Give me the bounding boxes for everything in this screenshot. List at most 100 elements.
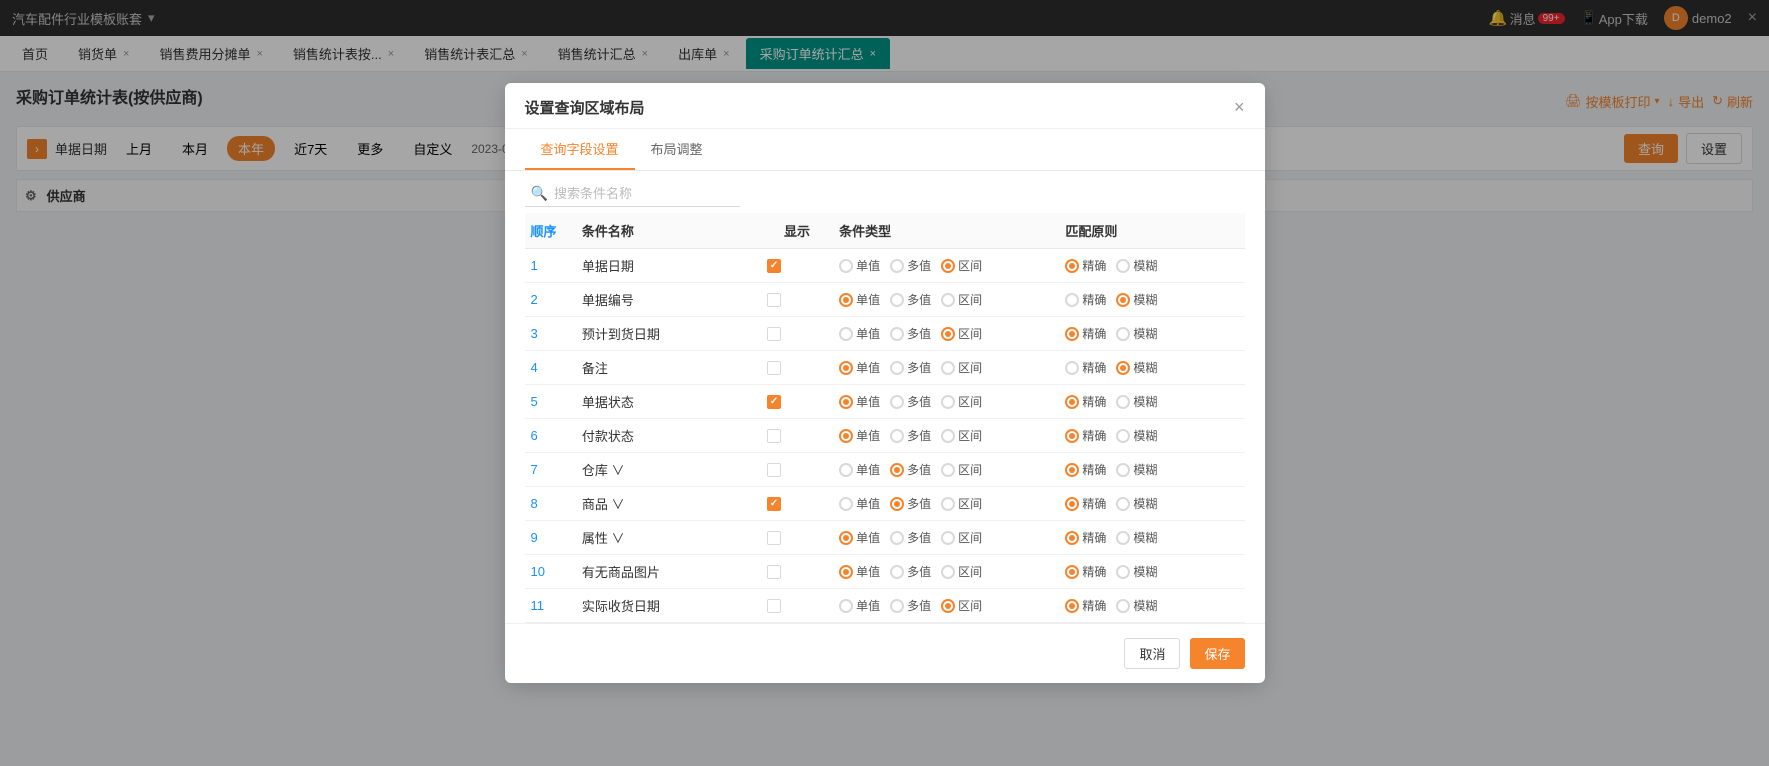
cell-match: 精确 模糊 [1059, 283, 1244, 317]
cell-display[interactable] [761, 521, 833, 555]
radio-type-multi[interactable]: 多值 [890, 461, 931, 478]
radio-match-exact[interactable]: 精确 [1065, 495, 1106, 512]
display-checkbox[interactable] [767, 599, 781, 613]
radio-label-type-range: 区间 [958, 359, 982, 376]
radio-match-fuzzy[interactable]: 模糊 [1116, 427, 1157, 444]
cell-display[interactable] [761, 589, 833, 623]
display-checkbox[interactable] [767, 531, 781, 545]
cell-display[interactable] [761, 385, 833, 419]
cell-display[interactable] [761, 487, 833, 521]
cell-display[interactable] [761, 453, 833, 487]
radio-match-exact[interactable]: 精确 [1065, 393, 1106, 410]
radio-match-exact[interactable]: 精确 [1065, 325, 1106, 342]
radio-type-single[interactable]: 单值 [839, 359, 880, 376]
dtab-query-fields[interactable]: 查询字段设置 [525, 129, 635, 170]
th-match: 匹配原则 [1059, 213, 1244, 249]
display-checkbox[interactable] [767, 259, 781, 273]
radio-match-fuzzy[interactable]: 模糊 [1116, 563, 1157, 580]
cell-display[interactable] [761, 317, 833, 351]
radio-match-exact[interactable]: 精确 [1065, 291, 1106, 308]
cell-display[interactable] [761, 555, 833, 589]
radio-label-match-exact: 精确 [1082, 529, 1106, 546]
radio-type-multi[interactable]: 多值 [890, 563, 931, 580]
display-checkbox[interactable] [767, 293, 781, 307]
radio-type-range[interactable]: 区间 [941, 529, 982, 546]
radio-match-exact[interactable]: 精确 [1065, 461, 1106, 478]
display-checkbox[interactable] [767, 327, 781, 341]
radio-type-range[interactable]: 区间 [941, 427, 982, 444]
radio-type-multi[interactable]: 多值 [890, 359, 931, 376]
dtab-layout-adjust[interactable]: 布局调整 [635, 129, 719, 170]
radio-type-single[interactable]: 单值 [839, 291, 880, 308]
radio-label-match-fuzzy: 模糊 [1133, 291, 1157, 308]
radio-type-single[interactable]: 单值 [839, 529, 880, 546]
search-input[interactable] [554, 186, 734, 201]
radio-match-exact[interactable]: 精确 [1065, 529, 1106, 546]
radio-type-single[interactable]: 单值 [839, 325, 880, 342]
save-button[interactable]: 保存 [1190, 638, 1244, 669]
radio-match-exact[interactable]: 精确 [1065, 597, 1106, 614]
radio-match-exact[interactable]: 精确 [1065, 427, 1106, 444]
radio-label-type-range: 区间 [958, 597, 982, 614]
radio-match-fuzzy[interactable]: 模糊 [1116, 597, 1157, 614]
radio-type-range[interactable]: 区间 [941, 495, 982, 512]
radio-type-multi[interactable]: 多值 [890, 257, 931, 274]
cell-display[interactable] [761, 419, 833, 453]
cell-order: 2 [525, 283, 576, 317]
radio-type-range[interactable]: 区间 [941, 393, 982, 410]
table-row: 7仓库 ∨单值多值区间精确模糊 [525, 453, 1245, 487]
radio-match-fuzzy[interactable]: 模糊 [1116, 359, 1157, 376]
radio-circle-match-exact [1065, 361, 1079, 375]
search-icon: 🔍 [531, 185, 548, 202]
cell-display[interactable] [761, 249, 833, 283]
cell-name: 备注 [576, 351, 761, 385]
radio-match-fuzzy[interactable]: 模糊 [1116, 461, 1157, 478]
radio-type-range[interactable]: 区间 [941, 563, 982, 580]
display-checkbox[interactable] [767, 463, 781, 477]
radio-type-single[interactable]: 单值 [839, 461, 880, 478]
radio-type-multi[interactable]: 多值 [890, 393, 931, 410]
radio-type-range[interactable]: 区间 [941, 597, 982, 614]
radio-type-multi[interactable]: 多值 [890, 325, 931, 342]
radio-type-single[interactable]: 单值 [839, 257, 880, 274]
dialog-title: 设置查询区域布局 [525, 97, 645, 118]
radio-type-single[interactable]: 单值 [839, 393, 880, 410]
display-checkbox[interactable] [767, 395, 781, 409]
cell-name: 商品 ∨ [576, 487, 761, 521]
radio-type-range[interactable]: 区间 [941, 257, 982, 274]
cell-display[interactable] [761, 351, 833, 385]
radio-type-single[interactable]: 单值 [839, 597, 880, 614]
display-checkbox[interactable] [767, 361, 781, 375]
radio-type-range[interactable]: 区间 [941, 291, 982, 308]
display-checkbox[interactable] [767, 565, 781, 579]
radio-label-type-range: 区间 [958, 325, 982, 342]
dialog-close-button[interactable]: × [1234, 97, 1245, 118]
radio-type-range[interactable]: 区间 [941, 461, 982, 478]
radio-match-exact[interactable]: 精确 [1065, 257, 1106, 274]
radio-match-exact[interactable]: 精确 [1065, 359, 1106, 376]
radio-type-single[interactable]: 单值 [839, 427, 880, 444]
radio-type-multi[interactable]: 多值 [890, 427, 931, 444]
radio-match-fuzzy[interactable]: 模糊 [1116, 529, 1157, 546]
radio-type-single[interactable]: 单值 [839, 563, 880, 580]
radio-match-fuzzy[interactable]: 模糊 [1116, 257, 1157, 274]
cancel-button[interactable]: 取消 [1124, 638, 1180, 669]
radio-type-single[interactable]: 单值 [839, 495, 880, 512]
radio-match-fuzzy[interactable]: 模糊 [1116, 495, 1157, 512]
radio-match-fuzzy[interactable]: 模糊 [1116, 291, 1157, 308]
radio-type-multi[interactable]: 多值 [890, 597, 931, 614]
radio-type-multi[interactable]: 多值 [890, 529, 931, 546]
radio-type-range[interactable]: 区间 [941, 359, 982, 376]
radio-match-fuzzy[interactable]: 模糊 [1116, 393, 1157, 410]
cell-order: 4 [525, 351, 576, 385]
radio-match-exact[interactable]: 精确 [1065, 563, 1106, 580]
radio-type-multi[interactable]: 多值 [890, 495, 931, 512]
display-checkbox[interactable] [767, 497, 781, 511]
cell-name: 单据日期 [576, 249, 761, 283]
radio-match-fuzzy[interactable]: 模糊 [1116, 325, 1157, 342]
radio-type-range[interactable]: 区间 [941, 325, 982, 342]
cell-display[interactable] [761, 283, 833, 317]
display-checkbox[interactable] [767, 429, 781, 443]
cell-match: 精确模糊 [1059, 317, 1244, 351]
radio-type-multi[interactable]: 多值 [890, 291, 931, 308]
